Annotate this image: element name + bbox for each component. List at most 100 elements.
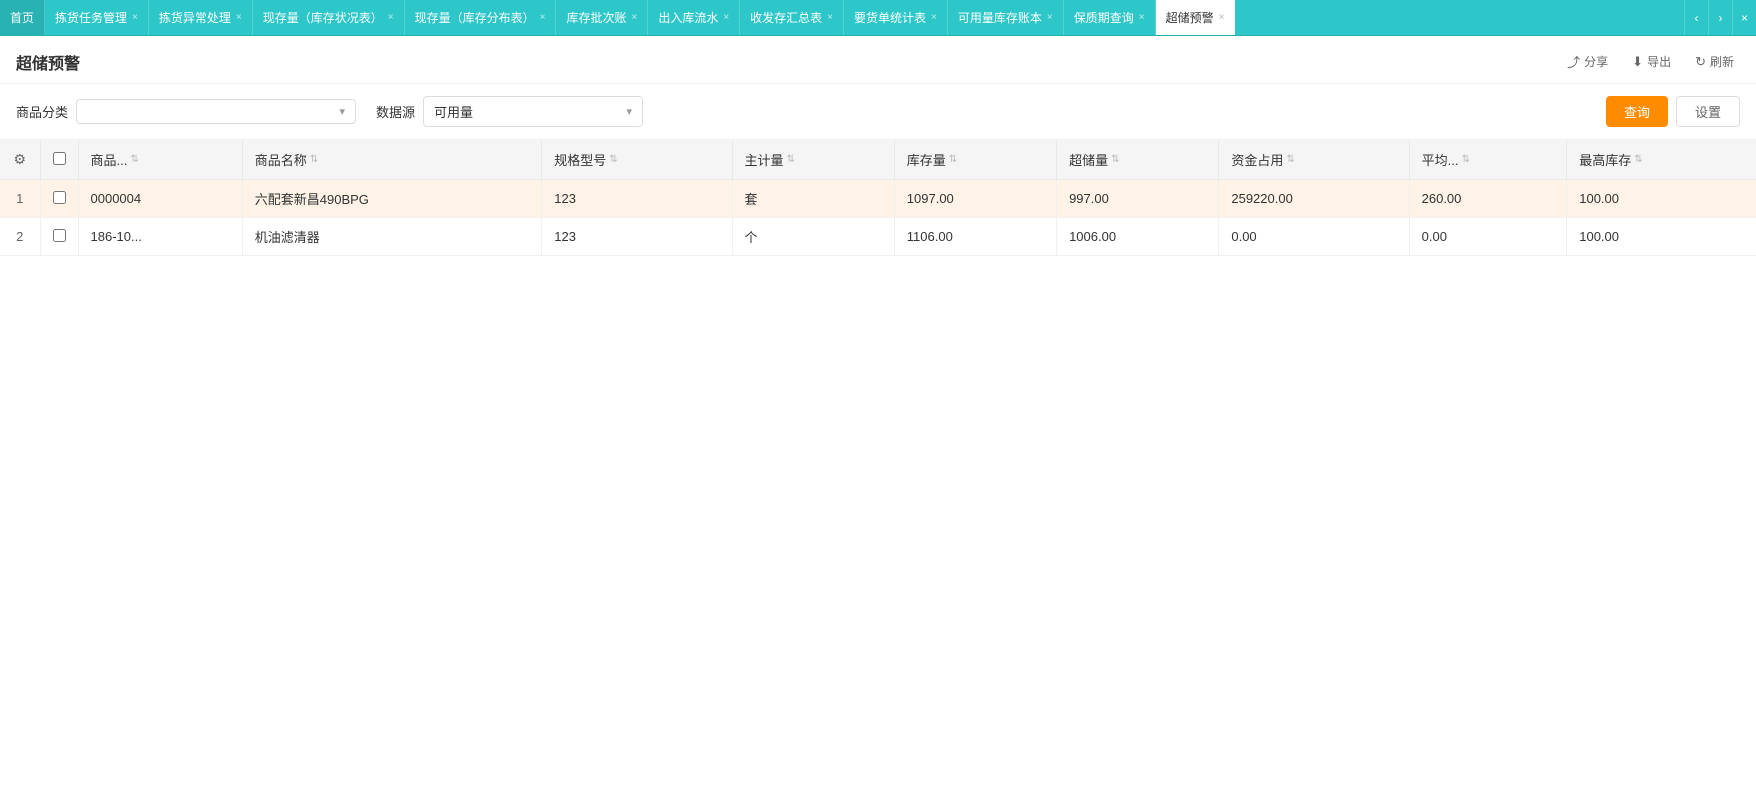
refresh-icon: ↻	[1695, 54, 1706, 70]
nav-tab-active[interactable]: 超储预警 ×	[1156, 0, 1236, 35]
page-title: 超储预警	[16, 50, 80, 74]
share-label: 分享	[1584, 53, 1608, 70]
nav-next-button[interactable]: ›	[1708, 0, 1732, 35]
nav-tab-9[interactable]: 可用量库存账本 ×	[948, 0, 1064, 35]
nav-tab-label: 可用量库存账本	[958, 9, 1042, 26]
sort-icon: ⇅	[1461, 154, 1469, 165]
cell-unit: 个	[732, 218, 894, 256]
close-icon[interactable]: ×	[723, 12, 729, 23]
table-row: 1 0000004 六配套新昌490BPG 123 套 1097.00 997.…	[0, 180, 1756, 218]
cell-spec: 123	[542, 218, 732, 256]
query-button[interactable]: 查询	[1606, 96, 1668, 127]
row-num: 1	[0, 180, 40, 218]
row-checkbox[interactable]	[53, 229, 66, 242]
nav-tab-home[interactable]: 首页	[0, 0, 45, 35]
export-icon: ⬇	[1632, 54, 1643, 70]
page-content: 超储预警 ⤴ 分享 ⬇ 导出 ↻ 刷新 商品分类 ▾ 数据源	[0, 36, 1756, 800]
th-avg[interactable]: 平均... ⇅	[1409, 140, 1567, 180]
close-icon[interactable]: ×	[1139, 12, 1145, 23]
settings-button[interactable]: 设置	[1676, 96, 1740, 127]
table-body: 1 0000004 六配套新昌490BPG 123 套 1097.00 997.…	[0, 180, 1756, 256]
nav-tab-5[interactable]: 库存批次账 ×	[556, 0, 648, 35]
row-checkbox[interactable]	[53, 191, 66, 204]
close-icon[interactable]: ×	[540, 12, 546, 23]
sort-icon: ⇅	[1286, 154, 1294, 165]
cell-capital: 0.00	[1219, 218, 1409, 256]
cell-stock: 1106.00	[894, 218, 1056, 256]
share-button[interactable]: ⤴ 分享	[1561, 48, 1614, 75]
table-container: ⚙ 商品... ⇅ 商品名称 ⇅	[0, 140, 1756, 256]
cell-stock: 1097.00	[894, 180, 1056, 218]
filter-actions: 查询 设置	[1606, 96, 1740, 127]
th-maxstock[interactable]: 最高库存 ⇅	[1567, 140, 1756, 180]
nav-prev-button[interactable]: ‹	[1684, 0, 1708, 35]
cell-code: 0000004	[78, 180, 242, 218]
th-checkbox	[40, 140, 78, 180]
sort-icon: ⇅	[1111, 154, 1119, 165]
nav-tab-3[interactable]: 现存量（库存状况表） ×	[253, 0, 405, 35]
nav-tab-label: 超储预警	[1166, 9, 1214, 26]
th-spec[interactable]: 规格型号 ⇅	[542, 140, 732, 180]
row-checkbox-cell	[40, 218, 78, 256]
nav-tab-10[interactable]: 保质期查询 ×	[1064, 0, 1156, 35]
nav-tab-label: 现存量（库存分布表）	[415, 9, 535, 26]
close-icon[interactable]: ×	[236, 12, 242, 23]
row-num: 2	[0, 218, 40, 256]
sort-icon: ⇅	[949, 154, 957, 165]
close-icon[interactable]: ×	[1047, 12, 1053, 23]
nav-tab-label: 收发存汇总表	[750, 9, 822, 26]
th-unit[interactable]: 主计量 ⇅	[732, 140, 894, 180]
close-icon[interactable]: ×	[827, 12, 833, 23]
cell-overstock: 997.00	[1057, 180, 1219, 218]
share-icon: ⤴	[1567, 52, 1580, 71]
nav-tab-label: 保质期查询	[1074, 9, 1134, 26]
th-code[interactable]: 商品... ⇅	[78, 140, 242, 180]
th-spec-label: 规格型号	[554, 150, 606, 169]
sort-icon: ⇅	[130, 154, 138, 165]
th-avg-label: 平均...	[1422, 150, 1459, 169]
nav-tab-6[interactable]: 出入库流水 ×	[648, 0, 740, 35]
th-stock[interactable]: 库存量 ⇅	[894, 140, 1056, 180]
nav-tab-label: 库存批次账	[566, 9, 626, 26]
table-header-row: ⚙ 商品... ⇅ 商品名称 ⇅	[0, 140, 1756, 180]
export-label: 导出	[1647, 53, 1671, 70]
row-checkbox-cell	[40, 180, 78, 218]
nav-tab-2[interactable]: 拣货异常处理 ×	[149, 0, 253, 35]
category-label: 商品分类	[16, 102, 68, 121]
th-maxstock-label: 最高库存	[1579, 150, 1631, 169]
export-button[interactable]: ⬇ 导出	[1626, 49, 1677, 74]
chevron-down-icon: ▾	[627, 105, 633, 118]
select-all-checkbox[interactable]	[53, 152, 66, 165]
page-header: 超储预警 ⤴ 分享 ⬇ 导出 ↻ 刷新	[0, 36, 1756, 84]
th-stock-label: 库存量	[907, 150, 946, 169]
close-icon[interactable]: ×	[1219, 12, 1225, 23]
cell-overstock: 1006.00	[1057, 218, 1219, 256]
nav-tab-4[interactable]: 现存量（库存分布表） ×	[405, 0, 557, 35]
refresh-button[interactable]: ↻ 刷新	[1689, 49, 1740, 74]
datasource-select[interactable]: 可用量 ▾	[423, 96, 643, 127]
th-overstock-label: 超储量	[1069, 150, 1108, 169]
nav-tab-label: 首页	[10, 9, 34, 26]
th-capital-label: 资金占用	[1231, 150, 1283, 169]
th-name[interactable]: 商品名称 ⇅	[242, 140, 541, 180]
sort-icon: ⇅	[1634, 154, 1642, 165]
close-icon[interactable]: ×	[388, 12, 394, 23]
th-name-label: 商品名称	[255, 150, 307, 169]
close-icon[interactable]: ×	[931, 12, 937, 23]
datasource-select-value: 可用量	[434, 102, 473, 121]
sort-icon: ⇅	[609, 154, 617, 165]
close-icon[interactable]: ×	[631, 12, 637, 23]
nav-close-button[interactable]: ×	[1732, 0, 1756, 35]
nav-tab-7[interactable]: 收发存汇总表 ×	[740, 0, 844, 35]
category-select[interactable]: ▾	[76, 99, 356, 124]
gear-icon[interactable]: ⚙	[13, 151, 26, 167]
close-icon[interactable]: ×	[132, 12, 138, 23]
sort-icon: ⇅	[787, 154, 795, 165]
cell-spec: 123	[542, 180, 732, 218]
th-overstock[interactable]: 超储量 ⇅	[1057, 140, 1219, 180]
cell-avg: 260.00	[1409, 180, 1567, 218]
nav-tab-1[interactable]: 拣货任务管理 ×	[45, 0, 149, 35]
th-capital[interactable]: 资金占用 ⇅	[1219, 140, 1409, 180]
cell-capital: 259220.00	[1219, 180, 1409, 218]
nav-tab-8[interactable]: 要货单统计表 ×	[844, 0, 948, 35]
